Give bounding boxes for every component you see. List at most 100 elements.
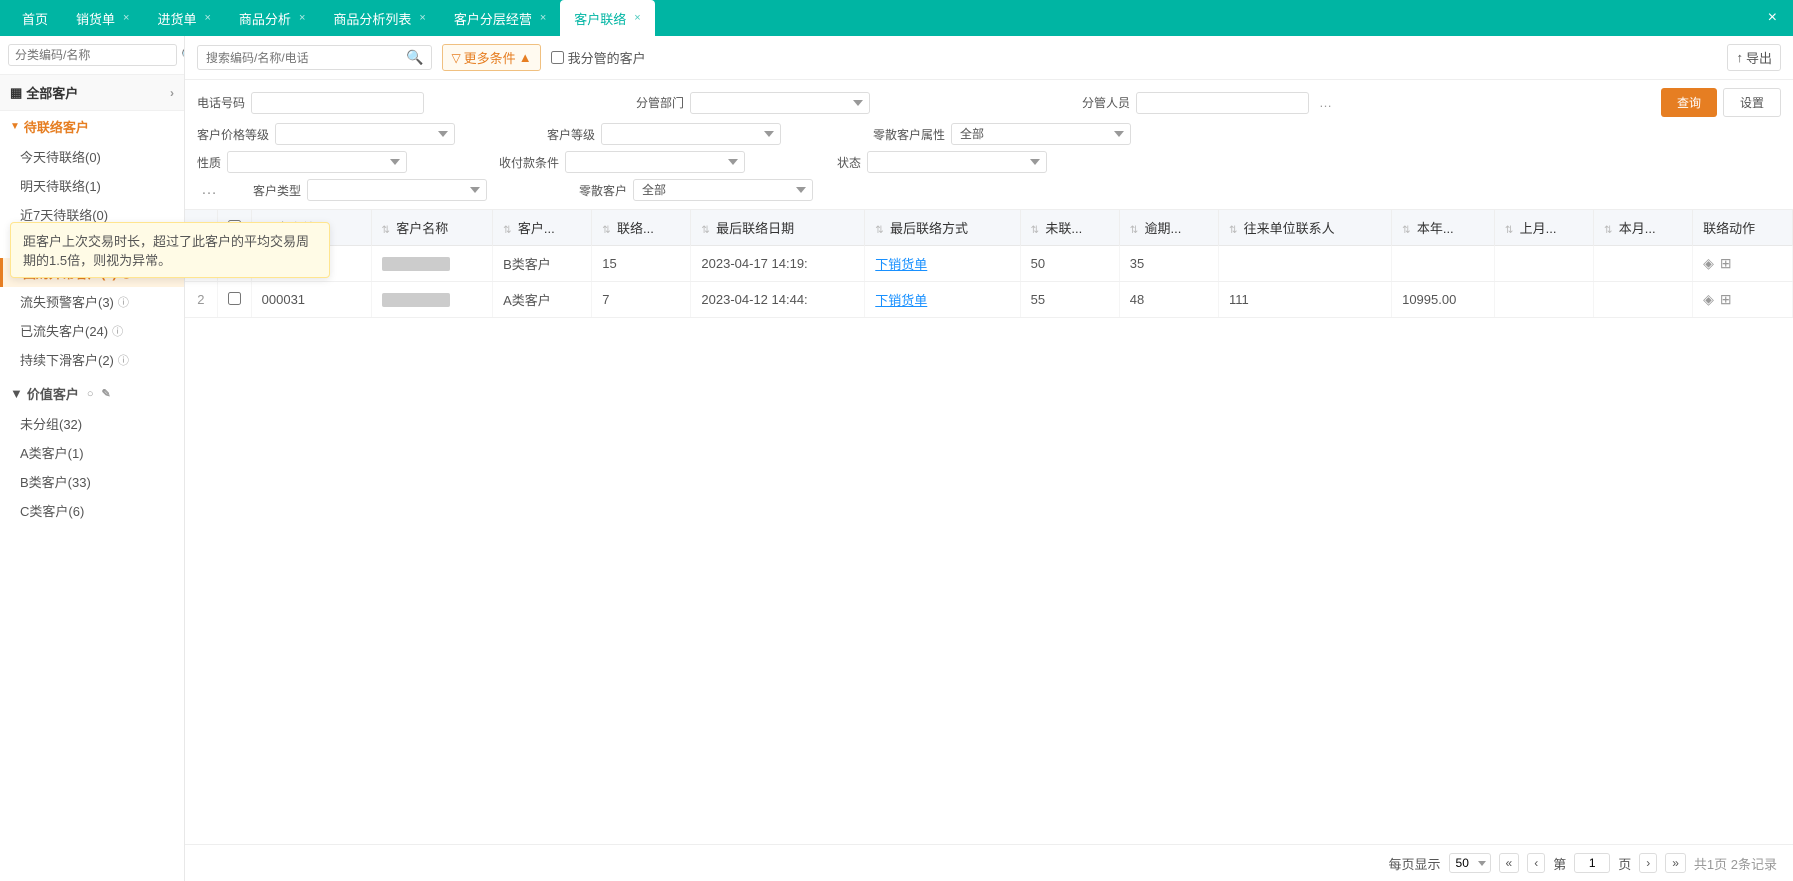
customers-table: ⚙ 客户编码 客户名称 客户... xyxy=(185,210,1793,318)
sidebar-item-class-b[interactable]: B类客户(33) xyxy=(0,467,184,496)
main-layout: 🔍 ▦ 全部客户 › ▼ 待联络客户 今天待联络(0) 明天待联络(1) 近7天… xyxy=(0,36,1793,881)
search-icon[interactable]: 🔍 xyxy=(406,49,423,66)
row-num: 2 xyxy=(185,282,217,318)
action-buttons: 查询 设置 xyxy=(1661,88,1781,117)
info-icon[interactable]: ⓘ xyxy=(118,294,129,310)
contact-cell: 15 xyxy=(592,246,691,282)
contact-icon[interactable]: ◈ xyxy=(1703,291,1714,308)
customer-name-blurred: ████████ xyxy=(382,293,450,307)
close-icon[interactable]: × xyxy=(299,12,305,24)
sidebar-item-class-a[interactable]: A类客户(1) xyxy=(0,438,184,467)
sidebar-item-ungrouped[interactable]: 未分组(32) xyxy=(0,409,184,438)
collapse-icon[interactable]: › xyxy=(170,86,174,100)
first-page-button[interactable]: « xyxy=(1499,853,1520,873)
sidebar-item-lost[interactable]: 已流失客户(24) ⓘ xyxy=(0,316,184,345)
sidebar-search-input[interactable] xyxy=(8,44,177,66)
payment-select[interactable] xyxy=(565,151,745,173)
my-customers-checkbox-label[interactable]: 我分管的客户 xyxy=(551,48,646,67)
close-icon[interactable]: × xyxy=(204,12,210,24)
next-page-button[interactable]: › xyxy=(1639,853,1657,873)
sidebar-item-declining[interactable]: 持续下滑客户(2) ⓘ xyxy=(0,345,184,374)
more-action-icon[interactable]: ⊞ xyxy=(1720,291,1732,308)
close-icon[interactable]: × xyxy=(419,12,425,24)
contact-icon[interactable]: ◈ xyxy=(1703,255,1714,272)
filter-payment: 收付款条件 xyxy=(499,151,745,173)
nav-tab-sales[interactable]: 销货单 × xyxy=(62,0,143,36)
col-company-contact[interactable]: 往来单位联系人 xyxy=(1218,210,1391,246)
col-customer-name[interactable]: 客户名称 xyxy=(371,210,493,246)
status-select[interactable] xyxy=(867,151,1047,173)
sidebar-item-lost-warning[interactable]: 流失预警客户(3) ⓘ xyxy=(0,287,184,316)
more-action-icon[interactable]: ⊞ xyxy=(1720,255,1732,272)
filter-customer-level: 客户等级 xyxy=(547,123,781,145)
close-icon[interactable]: × xyxy=(634,12,640,24)
window-close-button[interactable]: × xyxy=(1760,9,1785,27)
nav-tab-product-list[interactable]: 商品分析列表 × xyxy=(319,0,439,36)
export-button[interactable]: ↑ 导出 xyxy=(1727,44,1781,71)
customer-type-select[interactable] xyxy=(307,179,487,201)
sidebar-group-pending[interactable]: ▼ 待联络客户 xyxy=(0,111,184,142)
col-last-month[interactable]: 上月... xyxy=(1494,210,1593,246)
nav-tab-product-analysis[interactable]: 商品分析 × xyxy=(225,0,319,36)
more-filter-button[interactable]: ▽ 更多条件 ▲ xyxy=(442,44,540,71)
filter-gender: 性质 xyxy=(197,151,407,173)
retail-select[interactable]: 全部 xyxy=(633,179,813,201)
sidebar-group-value[interactable]: ▼ 价值客户 ○ ✎ xyxy=(0,378,184,409)
action-cell: ◈ ⊞ xyxy=(1693,246,1793,282)
dept-select[interactable] xyxy=(690,92,870,114)
row-checkbox-cell[interactable] xyxy=(217,282,251,318)
nav-tab-customer-contact[interactable]: 客户联络 × xyxy=(560,0,654,36)
tooltip-box: 距客户上次交易时长，超过了此客户的平均交易周期的1.5倍，则视为异常。 xyxy=(10,222,330,278)
retail-attr-select[interactable]: 全部 xyxy=(951,123,1131,145)
customer-name-cell: ████████ xyxy=(371,282,493,318)
info-icon[interactable]: ⓘ xyxy=(118,352,129,368)
col-last-contact-method[interactable]: 最后联络方式 xyxy=(865,210,1020,246)
company-contact-cell: 111 xyxy=(1218,282,1391,318)
col-contact[interactable]: 联络... xyxy=(592,210,691,246)
circle-icon[interactable]: ○ xyxy=(87,388,94,400)
sidebar-item-today[interactable]: 今天待联络(0) xyxy=(0,142,184,171)
per-page-select[interactable]: 50 xyxy=(1449,853,1491,873)
col-uncontacted[interactable]: 未联... xyxy=(1020,210,1119,246)
search-input[interactable] xyxy=(206,51,406,65)
phone-input[interactable] xyxy=(251,92,424,114)
this-year-cell: 10995.00 xyxy=(1392,282,1495,318)
customer-name-blurred: ████████ xyxy=(382,257,450,271)
more-dots[interactable]: … xyxy=(197,181,221,199)
settings-button[interactable]: 设置 xyxy=(1723,88,1781,117)
col-this-year[interactable]: 本年... xyxy=(1392,210,1495,246)
this-year-cell xyxy=(1392,246,1495,282)
sidebar-item-class-c[interactable]: C类客户(6) xyxy=(0,496,184,525)
edit-icon[interactable]: ✎ xyxy=(102,387,111,400)
manager-input[interactable] xyxy=(1136,92,1309,114)
close-icon[interactable]: × xyxy=(123,12,129,24)
action-icons: ◈ ⊞ xyxy=(1703,291,1782,308)
more-dots[interactable]: … xyxy=(1319,95,1332,110)
row-checkbox[interactable] xyxy=(228,292,241,305)
last-page-button[interactable]: » xyxy=(1665,853,1686,873)
last-contact-method-cell[interactable]: 下销货单 xyxy=(865,282,1020,318)
nav-tab-home[interactable]: 首页 xyxy=(8,0,62,36)
sidebar-all-customers[interactable]: ▦ 全部客户 › xyxy=(0,75,184,111)
last-contact-date-cell: 2023-04-12 14:44: xyxy=(691,282,865,318)
close-icon[interactable]: × xyxy=(540,12,546,24)
nav-tab-customer-tier[interactable]: 客户分层经营 × xyxy=(440,0,560,36)
customer-level-select[interactable] xyxy=(601,123,781,145)
export-icon: ↑ xyxy=(1736,50,1743,65)
chevron-down-icon: ▼ xyxy=(10,386,23,401)
col-customer-type[interactable]: 客户... xyxy=(493,210,592,246)
query-button[interactable]: 查询 xyxy=(1661,88,1717,117)
prev-page-button[interactable]: ‹ xyxy=(1527,853,1545,873)
page-number-input[interactable] xyxy=(1574,853,1610,873)
price-level-select[interactable] xyxy=(275,123,455,145)
col-this-month[interactable]: 本月... xyxy=(1594,210,1693,246)
col-overdue[interactable]: 逾期... xyxy=(1119,210,1218,246)
last-contact-method-cell[interactable]: 下销货单 xyxy=(865,246,1020,282)
my-customers-checkbox[interactable] xyxy=(551,51,564,64)
filter-manager: 分管人员 … xyxy=(1082,92,1332,114)
gender-select[interactable] xyxy=(227,151,407,173)
col-last-contact-date[interactable]: 最后联络日期 xyxy=(691,210,865,246)
nav-tab-purchase[interactable]: 进货单 × xyxy=(143,0,224,36)
sidebar-item-tomorrow[interactable]: 明天待联络(1) xyxy=(0,171,184,200)
info-icon[interactable]: ⓘ xyxy=(112,323,123,339)
